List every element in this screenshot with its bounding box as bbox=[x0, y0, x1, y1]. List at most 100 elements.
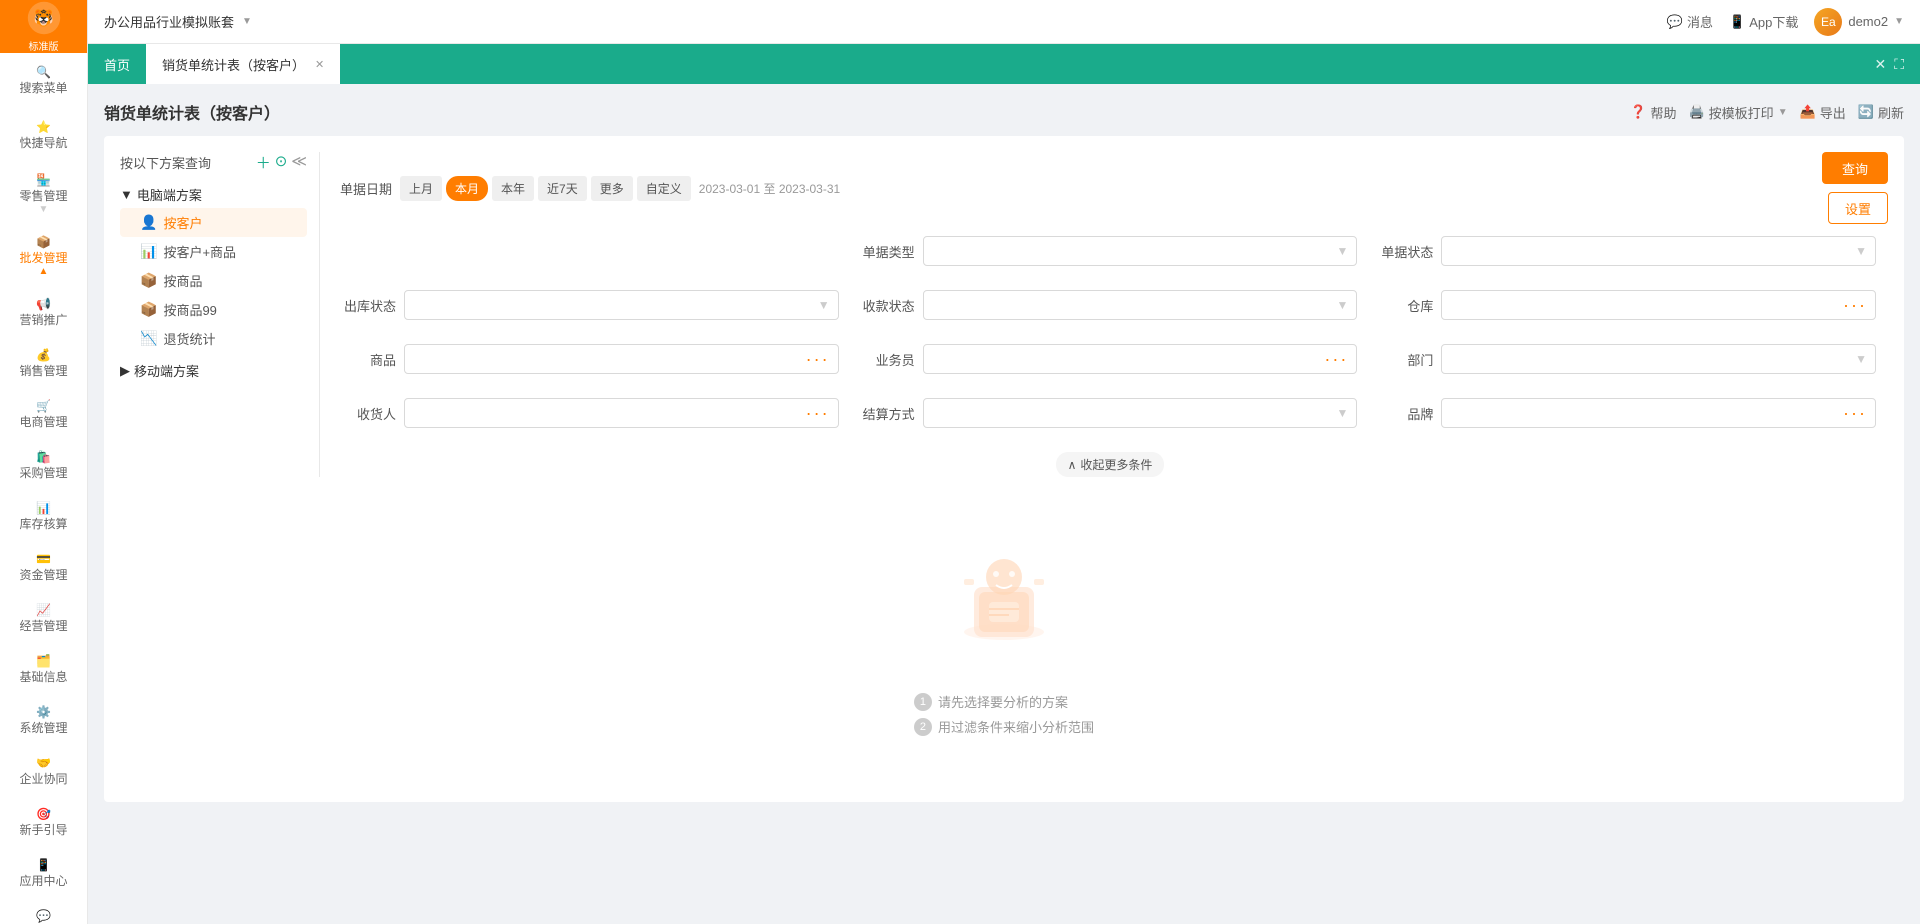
scheme-group-pc-title[interactable]: ▼ 电脑端方案 bbox=[120, 181, 307, 208]
wholesale-icon: 📦 bbox=[36, 235, 51, 249]
date-last7days-btn[interactable]: 近7天 bbox=[538, 176, 587, 201]
product-select[interactable]: ··· bbox=[404, 344, 839, 374]
form-action-btns: 查询 设置 bbox=[1822, 152, 1888, 224]
export-btn[interactable]: 📤 导出 bbox=[1800, 103, 1846, 122]
app-download-btn[interactable]: 📱 App下载 bbox=[1729, 12, 1798, 31]
sidebar-item-retail[interactable]: 🏪 零售管理 ▼ bbox=[0, 163, 88, 225]
finance-icon: 💳 bbox=[36, 552, 51, 566]
sidebar-label-finance: 资金管理 bbox=[19, 566, 67, 583]
filter-cell-brand: 品牌 ··· bbox=[1369, 398, 1888, 440]
setting-btn[interactable]: 设置 bbox=[1828, 192, 1888, 224]
page-header: 销货单统计表（按客户） ❓ 帮助 🖨️ 按模板打印 ▼ 📤 导出 🔄 刷新 bbox=[104, 100, 1904, 124]
retail-arrow: ▼ bbox=[39, 204, 49, 215]
sidebar-item-inventory[interactable]: 📊 库存核算 bbox=[0, 491, 88, 542]
empty-state: 1 请先选择要分析的方案 2 用过滤条件来缩小分析范围 bbox=[104, 477, 1904, 802]
scheme-item-by-product[interactable]: 📦 按商品 bbox=[120, 266, 307, 295]
doc-type-label: 单据类型 bbox=[851, 242, 915, 261]
date-last-month-btn[interactable]: 上月 bbox=[400, 176, 442, 201]
scheme-item-customer-product[interactable]: 📊 按客户+商品 bbox=[120, 237, 307, 266]
sidebar-item-ecommerce[interactable]: 🛒 电商管理 bbox=[0, 389, 88, 440]
sidebar-item-appcenter[interactable]: 📱 应用中心 bbox=[0, 848, 88, 899]
sidebar-item-basic-info[interactable]: 🗂️ 基础信息 bbox=[0, 644, 88, 695]
scheme-add-btn[interactable]: ＋ bbox=[256, 152, 271, 173]
message-btn[interactable]: 💬 消息 bbox=[1667, 12, 1713, 31]
warehouse-dots: ··· bbox=[1843, 295, 1867, 316]
tab-sales-stats[interactable]: 销货单统计表（按客户） ✕ bbox=[146, 44, 340, 84]
outbound-status-select[interactable]: ▼ bbox=[404, 290, 839, 320]
refresh-label: 刷新 bbox=[1878, 103, 1904, 122]
industry-selector[interactable]: 办公用品行业模拟账套 ▼ bbox=[104, 12, 252, 31]
quicknav-icon: ⭐ bbox=[36, 120, 51, 134]
scheme-title: 按以下方案查询 bbox=[120, 153, 211, 172]
filter-cell-receiver: 收货人 ··· bbox=[332, 398, 851, 440]
filter-area: 按以下方案查询 ＋ ⊙ ≪ ▼ 电脑端方案 bbox=[104, 136, 1904, 477]
sidebar-label-search: 搜索菜单 bbox=[19, 79, 67, 96]
inventory-icon: 📊 bbox=[36, 501, 51, 515]
customer-product-label: 按客户+商品 bbox=[163, 242, 236, 261]
doc-type-select[interactable]: ▼ bbox=[923, 236, 1358, 266]
mobile-group-arrow: ▶ bbox=[120, 363, 130, 379]
pc-group-arrow: ▼ bbox=[120, 187, 133, 202]
sidebar-item-purchase[interactable]: 🛍️ 采购管理 bbox=[0, 440, 88, 491]
filter-cell-product: 商品 ··· bbox=[332, 344, 851, 386]
sidebar-item-operations[interactable]: 📈 经营管理 bbox=[0, 593, 88, 644]
user-menu[interactable]: Ea demo2 ▼ bbox=[1814, 8, 1904, 36]
sidebar-item-newbie[interactable]: 🎯 新手引导 bbox=[0, 797, 88, 848]
scheme-edit-btn[interactable]: ⊙ bbox=[275, 152, 288, 173]
by-customer-label: 按客户 bbox=[163, 213, 202, 232]
sidebar-item-marketing[interactable]: 📢 营销推广 bbox=[0, 287, 88, 338]
brand-select[interactable]: ··· bbox=[1441, 398, 1876, 428]
svg-text:🐯: 🐯 bbox=[33, 7, 53, 27]
scheme-collapse-btn[interactable]: ≪ bbox=[291, 152, 307, 173]
sales-stats-tab-label: 销货单统计表（按客户） bbox=[162, 55, 305, 74]
sidebar-item-wechat[interactable]: 💬 企业微信 bbox=[0, 899, 88, 924]
dept-select[interactable]: ▼ bbox=[1441, 344, 1876, 374]
print-btn[interactable]: 🖨️ 按模板打印 ▼ bbox=[1688, 103, 1787, 122]
product99-label: 按商品99 bbox=[163, 300, 216, 319]
outbound-status-label: 出库状态 bbox=[332, 296, 396, 315]
query-btn[interactable]: 查询 bbox=[1822, 152, 1888, 184]
scheme-item-product99[interactable]: 📦 按商品99 bbox=[120, 295, 307, 324]
sidebar-item-sales[interactable]: 💰 销售管理 bbox=[0, 338, 88, 389]
tab-close-all-btn[interactable]: ✕ bbox=[1874, 56, 1886, 73]
sidebar-item-wholesale[interactable]: 📦 批发管理 ▲ bbox=[0, 225, 88, 287]
main-area: 办公用品行业模拟账套 ▼ 💬 消息 📱 App下载 Ea demo2 ▼ 首 bbox=[88, 0, 1920, 924]
scheme-item-by-customer[interactable]: 👤 按客户 bbox=[120, 208, 307, 237]
help-btn[interactable]: ❓ 帮助 bbox=[1630, 103, 1676, 122]
scheme-header: 按以下方案查询 ＋ ⊙ ≪ bbox=[120, 152, 307, 173]
empty-step-2: 2 用过滤条件来缩小分析范围 bbox=[914, 717, 1094, 736]
salesperson-select[interactable]: ··· bbox=[923, 344, 1358, 374]
collapse-btn[interactable]: ∧ 收起更多条件 bbox=[1056, 452, 1165, 477]
tab-bar: 首页 销货单统计表（按客户） ✕ ✕ ⛶ bbox=[88, 44, 1920, 84]
dept-arrow: ▼ bbox=[1855, 352, 1867, 366]
retail-icon: 🏪 bbox=[36, 173, 51, 187]
return-stats-icon: 📉 bbox=[140, 330, 157, 347]
scheme-group-mobile-title[interactable]: ▶ 移动端方案 bbox=[120, 357, 307, 384]
payment-method-select[interactable]: ▼ bbox=[923, 398, 1358, 428]
date-this-month-btn[interactable]: 本月 bbox=[446, 176, 488, 201]
sidebar-item-quicknav[interactable]: ⭐ 快捷导航 bbox=[0, 108, 88, 163]
empty-illustration bbox=[944, 537, 1064, 676]
doc-status-select[interactable]: ▼ bbox=[1441, 236, 1876, 266]
date-custom-btn[interactable]: 自定义 bbox=[637, 176, 691, 201]
filter-cell-dept: 部门 ▼ bbox=[1369, 344, 1888, 386]
date-this-year-btn[interactable]: 本年 bbox=[492, 176, 534, 201]
sidebar-label-system: 系统管理 bbox=[19, 719, 67, 736]
date-more-btn[interactable]: 更多 bbox=[591, 176, 633, 201]
tab-home[interactable]: 首页 bbox=[88, 44, 146, 84]
receiver-select[interactable]: ··· bbox=[404, 398, 839, 428]
warehouse-select[interactable]: ··· bbox=[1441, 290, 1876, 320]
sidebar-item-collab[interactable]: 🤝 企业协同 bbox=[0, 746, 88, 797]
tab-close-btn[interactable]: ✕ bbox=[315, 58, 324, 71]
scheme-item-return-stats[interactable]: 📉 退货统计 bbox=[120, 324, 307, 353]
tab-fullscreen-btn[interactable]: ⛶ bbox=[1894, 56, 1904, 73]
sidebar-item-finance[interactable]: 💳 资金管理 bbox=[0, 542, 88, 593]
doc-type-arrow: ▼ bbox=[1336, 244, 1348, 258]
filter-cell-doc-status: 单据状态 ▼ bbox=[1369, 236, 1888, 278]
sidebar-item-search[interactable]: 🔍 搜索菜单 bbox=[0, 53, 88, 108]
refresh-btn[interactable]: 🔄 刷新 bbox=[1858, 103, 1904, 122]
payment-status-select[interactable]: ▼ bbox=[923, 290, 1358, 320]
sidebar-item-system[interactable]: ⚙️ 系统管理 bbox=[0, 695, 88, 746]
scheme-group-mobile: ▶ 移动端方案 bbox=[120, 357, 307, 384]
purchase-icon: 🛍️ bbox=[36, 450, 51, 464]
